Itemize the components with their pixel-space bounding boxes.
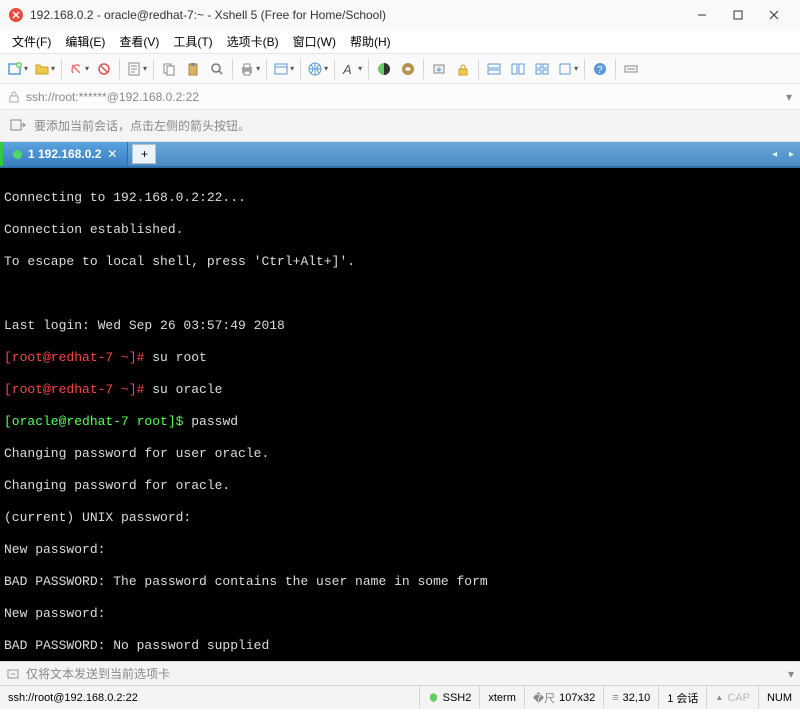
status-position: ≡32,10 (604, 686, 659, 709)
add-session-icon[interactable] (8, 117, 26, 135)
term-line (4, 286, 796, 302)
print-button[interactable]: ▾ (236, 57, 263, 81)
triangle-icon: ▲ (715, 693, 723, 702)
svg-text:A: A (342, 62, 352, 77)
status-sessions: 1 会话 (659, 686, 707, 709)
address-bar[interactable]: ssh://root:******@192.168.0.2:22 ▾ (0, 84, 800, 110)
compose-toggle-button[interactable] (619, 57, 643, 81)
compose-dropdown-icon[interactable]: ▾ (788, 667, 794, 681)
menu-help[interactable]: 帮助(H) (344, 31, 397, 52)
copy-button[interactable] (157, 57, 181, 81)
titlebar: 192.168.0.2 - oracle@redhat-7:~ - Xshell… (0, 0, 800, 30)
menu-tabs[interactable]: 选项卡(B) (221, 31, 285, 52)
status-size: �尺107x32 (525, 686, 604, 709)
term-line: Changing password for user oracle. (4, 446, 796, 462)
menubar: 文件(F) 编辑(E) 查看(V) 工具(T) 选项卡(B) 窗口(W) 帮助(… (0, 30, 800, 54)
term-line: Connection established. (4, 222, 796, 238)
status-cap: ▲CAP (707, 686, 759, 709)
term-line: New password: (4, 606, 796, 622)
open-button[interactable]: ▾ (31, 57, 58, 81)
paste-button[interactable] (181, 57, 205, 81)
term-line: Last login: Wed Sep 26 03:57:49 2018 (4, 318, 796, 334)
svg-text:?: ? (597, 65, 603, 76)
menu-edit[interactable]: 编辑(E) (59, 31, 111, 52)
term-line: [root@redhat-7 ~]# su oracle (4, 382, 796, 398)
term-line: Changing password for oracle. (4, 478, 796, 494)
menu-window[interactable]: 窗口(W) (287, 31, 342, 52)
find-button[interactable] (205, 57, 229, 81)
script-button[interactable] (396, 57, 420, 81)
maximize-button[interactable] (720, 1, 756, 29)
tab-strip: 1 192.168.0.2 ✕ + ◂ ▸ (0, 142, 800, 168)
status-num: NUM (759, 686, 800, 709)
terminal[interactable]: Connecting to 192.168.0.2:22... Connecti… (0, 168, 800, 661)
info-bar: 要添加当前会话，点击左侧的箭头按钮。 (0, 110, 800, 142)
lock-button[interactable] (451, 57, 475, 81)
fullscreen-button[interactable]: ▾ (554, 57, 581, 81)
address-text: ssh://root:******@192.168.0.2:22 (26, 90, 199, 104)
toolbar: ▾ ▾ ▾ ▾ ▾ ▾ ▾ A▾ ▾ ? (0, 54, 800, 84)
disconnect-button[interactable] (92, 57, 116, 81)
info-text: 要添加当前会话，点击左侧的箭头按钮。 (34, 117, 250, 134)
color-scheme-button[interactable] (372, 57, 396, 81)
tile-grid-button[interactable] (530, 57, 554, 81)
menu-file[interactable]: 文件(F) (6, 31, 57, 52)
shield-icon (428, 692, 439, 703)
term-line: Connecting to 192.168.0.2:22... (4, 190, 796, 206)
tab-prev-icon[interactable]: ◂ (766, 149, 783, 160)
status-connection: ssh://root@192.168.0.2:22 (0, 686, 420, 709)
window-title: 192.168.0.2 - oracle@redhat-7:~ - Xshell… (30, 8, 684, 22)
term-line: New password: (4, 542, 796, 558)
properties-button[interactable]: ▾ (123, 57, 150, 81)
term-line: To escape to local shell, press 'Ctrl+Al… (4, 254, 796, 270)
new-session-button[interactable]: ▾ (4, 57, 31, 81)
address-dropdown-icon[interactable]: ▾ (786, 90, 792, 104)
status-protocol: SSH2 (420, 686, 481, 709)
term-line: BAD PASSWORD: The password contains the … (4, 574, 796, 590)
close-button[interactable] (756, 1, 792, 29)
term-line: [oracle@redhat-7 root]$ passwd (4, 414, 796, 430)
term-line: [root@redhat-7 ~]# su root (4, 350, 796, 366)
help-button[interactable]: ? (588, 57, 612, 81)
tab-label: 1 192.168.0.2 (28, 147, 101, 161)
menu-view[interactable]: 查看(V) (113, 31, 165, 52)
tile-vert-button[interactable] (506, 57, 530, 81)
encoding-button[interactable]: ▾ (304, 57, 331, 81)
app-icon (8, 7, 24, 23)
compose-placeholder: 仅将文本发送到当前选项卡 (26, 665, 170, 682)
status-bar: ssh://root@192.168.0.2:22 SSH2 xterm �尺1… (0, 685, 800, 709)
term-line: BAD PASSWORD: No password supplied (4, 638, 796, 654)
menu-tools[interactable]: 工具(T) (167, 31, 218, 52)
minimize-button[interactable] (684, 1, 720, 29)
add-tab-button[interactable]: + (132, 144, 156, 164)
compose-bar[interactable]: 仅将文本发送到当前选项卡 ▾ (0, 661, 800, 685)
status-term: xterm (480, 686, 525, 709)
tile-horz-button[interactable] (482, 57, 506, 81)
tab-session-1[interactable]: 1 192.168.0.2 ✕ (0, 142, 128, 166)
view-button[interactable]: ▾ (270, 57, 297, 81)
term-line: (current) UNIX password: (4, 510, 796, 526)
compose-target-icon[interactable] (6, 667, 20, 681)
font-button[interactable]: A▾ (338, 57, 365, 81)
tab-close-icon[interactable]: ✕ (107, 147, 117, 161)
reconnect-button[interactable]: ▾ (65, 57, 92, 81)
status-dot-icon (13, 150, 22, 159)
lock-icon (8, 91, 20, 103)
tab-next-icon[interactable]: ▸ (783, 149, 800, 160)
transfer-button[interactable] (427, 57, 451, 81)
